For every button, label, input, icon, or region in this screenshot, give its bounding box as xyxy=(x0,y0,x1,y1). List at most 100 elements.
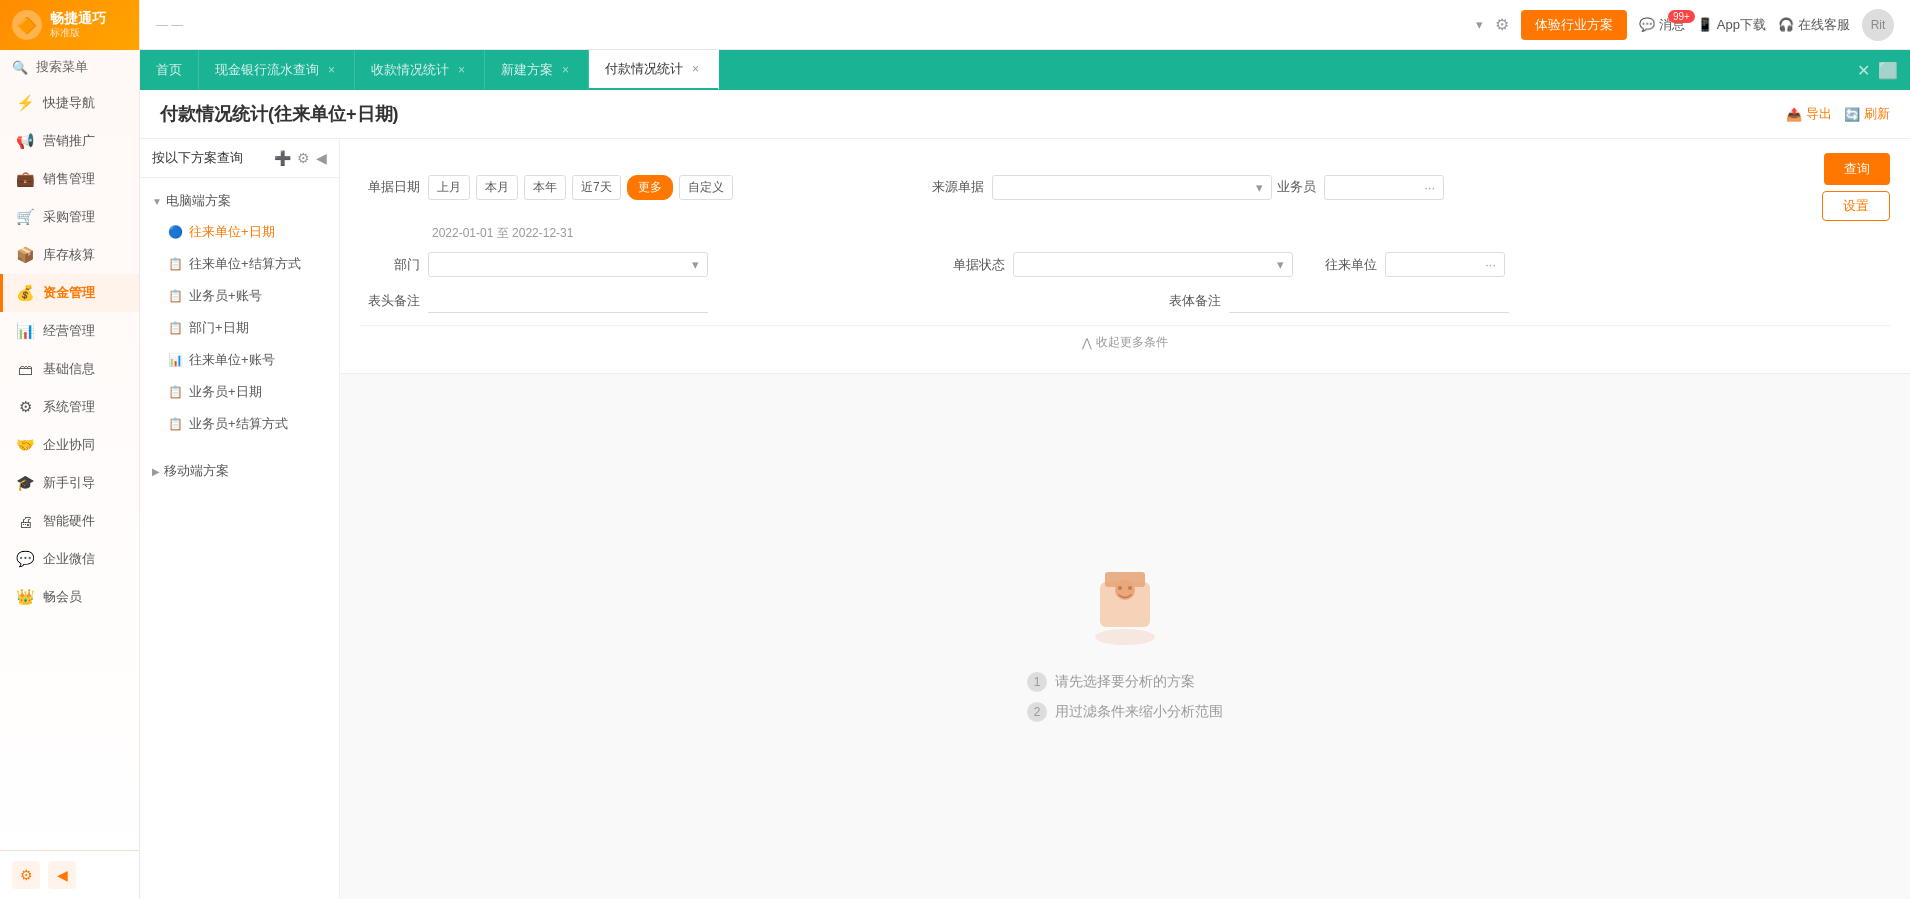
filter-col-staff: 业务员 ··· xyxy=(1256,175,1808,200)
sidebar-item-wechat[interactable]: 💬 企业微信 xyxy=(0,540,139,578)
tab-payment-stats-label: 付款情况统计 xyxy=(605,60,683,78)
message-icon: 💬 xyxy=(1639,17,1655,32)
sidebar-item-quick-nav[interactable]: ⚡ 快捷导航 xyxy=(0,84,139,122)
sidebar-item-operations[interactable]: 📊 经营管理 xyxy=(0,312,139,350)
scheme-collapse-icon[interactable]: ◀ xyxy=(316,150,327,166)
marketing-icon: 📢 xyxy=(15,132,35,150)
table-header-note-input[interactable] xyxy=(428,289,708,313)
sidebar-item-sales[interactable]: 💼 销售管理 xyxy=(0,160,139,198)
refresh-button[interactable]: 🔄 刷新 xyxy=(1844,105,1890,123)
scheme-item-partner-date[interactable]: 🔵 往来单位+日期 xyxy=(140,216,339,248)
scheme-section-pc-title[interactable]: ▼ 电脑端方案 xyxy=(140,186,339,216)
scheme-item-staff-date[interactable]: 📋 业务员+日期 xyxy=(140,376,339,408)
sidebar-item-label: 营销推广 xyxy=(43,132,95,150)
enterprise-icon: 🤝 xyxy=(15,436,35,454)
scheme-add-icon[interactable]: ➕ xyxy=(274,150,291,166)
dept-select[interactable]: ▾ xyxy=(428,252,708,277)
doc-status-select[interactable]: ▾ xyxy=(1013,252,1293,277)
tab-payment-stats-close[interactable]: × xyxy=(689,61,702,77)
settings-button[interactable]: 设置 xyxy=(1822,191,1890,221)
scheme-item-label: 部门+日期 xyxy=(189,319,249,337)
page-header-actions: 📤 导出 🔄 刷新 xyxy=(1786,105,1890,123)
hardware-icon: 🖨 xyxy=(15,513,35,530)
tab-window-buttons: ✕ ⬜ xyxy=(1845,50,1910,90)
tab-bank-flow-close[interactable]: × xyxy=(325,62,338,78)
sidebar-item-purchase[interactable]: 🛒 采购管理 xyxy=(0,198,139,236)
system-icon: ⚙ xyxy=(15,398,35,416)
filter-col-partner: 往来单位 ··· xyxy=(1317,252,1890,277)
date-btn-custom[interactable]: 自定义 xyxy=(679,175,733,200)
topbar-settings-icon[interactable]: ⚙ xyxy=(1495,15,1509,34)
export-button[interactable]: 📤 导出 xyxy=(1786,105,1832,123)
date-btn-more[interactable]: 更多 xyxy=(627,175,673,200)
avatar-placeholder: Rit xyxy=(1871,18,1886,32)
sidebar-nav: ⚡ 快捷导航 📢 营销推广 💼 销售管理 🛒 采购管理 📦 库存核算 💰 资金管… xyxy=(0,84,139,850)
sidebar-search[interactable]: 🔍 搜索菜单 xyxy=(0,50,139,84)
tab-collection-stats[interactable]: 收款情况统计 × xyxy=(355,50,485,90)
scheme-settings-icon[interactable]: ⚙ xyxy=(297,150,310,166)
topbar-app-download[interactable]: 📱 App下载 xyxy=(1697,16,1766,34)
service-icon: 🎧 xyxy=(1778,17,1794,32)
content-area: 按以下方案查询 ➕ ⚙ ◀ ▼ 电脑端方案 🔵 往来单位+日期 📋 往来单位+结… xyxy=(140,139,1910,899)
trial-industry-button[interactable]: 体验行业方案 xyxy=(1521,10,1627,40)
tab-payment-stats[interactable]: 付款情况统计 × xyxy=(589,50,719,90)
scheme-item-partner-payment[interactable]: 📋 往来单位+结算方式 xyxy=(140,248,339,280)
breadcrumb-text: — — xyxy=(156,18,183,32)
tab-bank-flow-label: 现金银行流水查询 xyxy=(215,61,319,79)
sidebar-item-system[interactable]: ⚙ 系统管理 xyxy=(0,388,139,426)
topbar-messages[interactable]: 💬 消息 99+ xyxy=(1639,16,1685,34)
date-btn-last-month[interactable]: 上月 xyxy=(428,175,470,200)
sidebar-settings-btn[interactable]: ⚙ xyxy=(12,861,40,889)
date-btn-this-month[interactable]: 本月 xyxy=(476,175,518,200)
date-btn-this-year[interactable]: 本年 xyxy=(524,175,566,200)
sidebar-item-label: 畅会员 xyxy=(43,588,82,606)
collapse-more-btn[interactable]: ⋀ 收起更多条件 xyxy=(360,325,1890,359)
topbar-online-service[interactable]: 🎧 在线客服 xyxy=(1778,16,1850,34)
scheme-item-label: 往来单位+日期 xyxy=(189,223,275,241)
sidebar-item-finance[interactable]: 💰 资金管理 xyxy=(0,274,139,312)
doc-status-chevron-icon: ▾ xyxy=(1277,257,1284,272)
query-button[interactable]: 查询 xyxy=(1824,153,1890,185)
page-header: 付款情况统计(往来单位+日期) 📤 导出 🔄 刷新 xyxy=(140,90,1910,139)
date-btn-last-7-days[interactable]: 近7天 xyxy=(572,175,621,200)
topbar-chevron-icon[interactable]: ▾ xyxy=(1476,17,1483,32)
pc-section-arrow: ▼ xyxy=(152,196,162,207)
sidebar-item-enterprise[interactable]: 🤝 企业协同 xyxy=(0,426,139,464)
collapse-label: 收起更多条件 xyxy=(1096,334,1168,351)
sidebar-item-basic[interactable]: 🗃 基础信息 xyxy=(0,350,139,388)
partner-select[interactable]: ··· xyxy=(1385,252,1505,277)
pc-section-label: 电脑端方案 xyxy=(166,192,231,210)
sidebar-item-label: 新手引导 xyxy=(43,474,95,492)
scheme-item-partner-account[interactable]: 📊 往来单位+账号 xyxy=(140,344,339,376)
sidebar-item-marketing[interactable]: 📢 营销推广 xyxy=(0,122,139,160)
tab-home[interactable]: 首页 xyxy=(140,50,199,90)
staff-account-icon: 📋 xyxy=(168,289,183,303)
scheme-section-mobile-title[interactable]: ▶ 移动端方案 xyxy=(140,456,339,486)
tab-collection-stats-close[interactable]: × xyxy=(455,62,468,78)
maximize-window-btn[interactable]: ⬜ xyxy=(1878,61,1898,80)
scheme-item-staff-account[interactable]: 📋 业务员+账号 xyxy=(140,280,339,312)
tab-new-scheme-close[interactable]: × xyxy=(559,62,572,78)
sidebar-item-guide[interactable]: 🎓 新手引导 xyxy=(0,464,139,502)
tab-bank-flow[interactable]: 现金银行流水查询 × xyxy=(199,50,355,90)
source-select[interactable]: ▾ xyxy=(992,175,1272,200)
filter-col-date: 单据日期 上月 本月 本年 近7天 更多 自定义 xyxy=(360,175,912,200)
sidebar-item-inventory[interactable]: 📦 库存核算 xyxy=(0,236,139,274)
scheme-item-dept-date[interactable]: 📋 部门+日期 xyxy=(140,312,339,344)
scheme-item-label: 业务员+日期 xyxy=(189,383,262,401)
table-body-note-input[interactable] xyxy=(1229,289,1509,313)
close-window-btn[interactable]: ✕ xyxy=(1857,61,1870,80)
finance-icon: 💰 xyxy=(15,284,35,302)
scheme-item-staff-payment[interactable]: 📋 业务员+结算方式 xyxy=(140,408,339,440)
basic-icon: 🗃 xyxy=(15,361,35,378)
online-service-label: 在线客服 xyxy=(1798,16,1850,34)
date-range-row: 2022-01-01 至 2022-12-31 xyxy=(360,225,1890,242)
user-avatar[interactable]: Rit xyxy=(1862,9,1894,41)
filter-col-table-header-note: 表头备注 xyxy=(360,289,1089,313)
tabbar: 首页 现金银行流水查询 × 收款情况统计 × 新建方案 × 付款情况统计 × ✕… xyxy=(140,50,1910,90)
sidebar-collapse-btn[interactable]: ◀ xyxy=(48,861,76,889)
sidebar-item-hardware[interactable]: 🖨 智能硬件 xyxy=(0,502,139,540)
tab-new-scheme[interactable]: 新建方案 × xyxy=(485,50,589,90)
staff-select[interactable]: ··· xyxy=(1324,175,1444,200)
sidebar-item-member[interactable]: 👑 畅会员 xyxy=(0,578,139,616)
